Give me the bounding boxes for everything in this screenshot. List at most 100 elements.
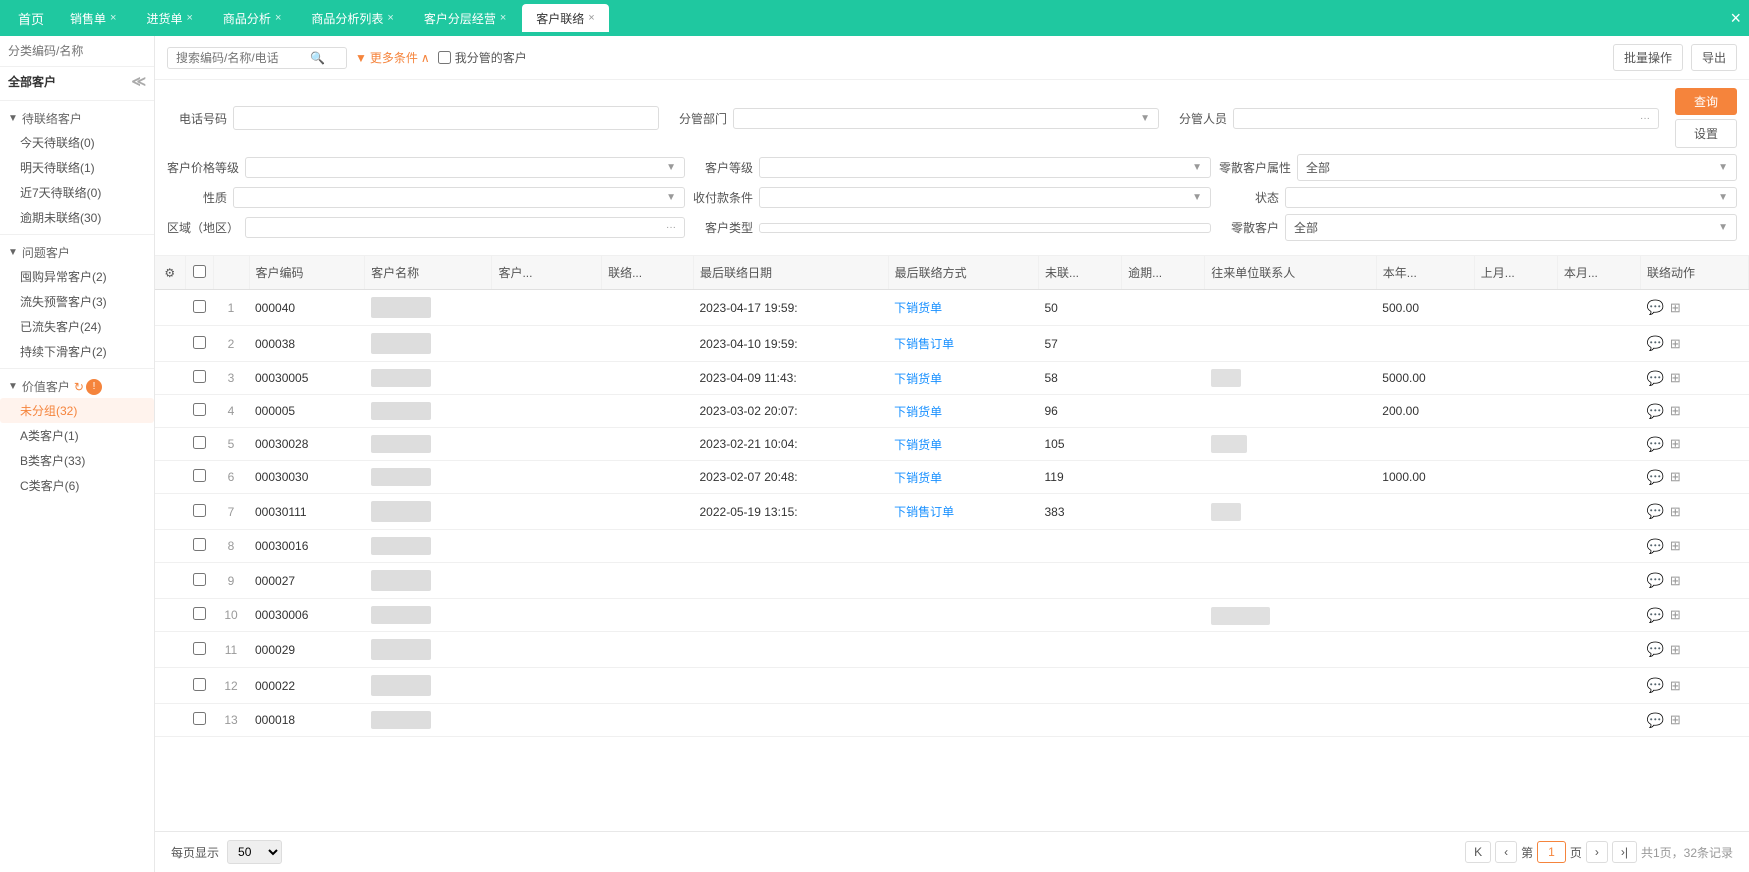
phone-action-10[interactable]: 💬	[1646, 641, 1663, 658]
grid-action-11[interactable]: ⊞	[1670, 678, 1681, 694]
row-checkbox-1[interactable]	[193, 336, 206, 349]
phone-action-2[interactable]: 💬	[1646, 370, 1663, 387]
grid-action-1[interactable]: ⊞	[1670, 336, 1681, 352]
row-checkbox-7[interactable]	[193, 538, 206, 551]
collapse-icon[interactable]: ≪	[131, 73, 146, 90]
phone-action-3[interactable]: 💬	[1646, 403, 1663, 420]
all-customers-header[interactable]: 全部客户 ≪	[0, 67, 154, 96]
grid-action-4[interactable]: ⊞	[1670, 436, 1681, 452]
last-method-link-4[interactable]: 下销货单	[894, 438, 942, 452]
row-checkbox-2[interactable]	[193, 370, 206, 383]
tab-sales-close[interactable]: ×	[110, 12, 116, 24]
staff-select[interactable]: ···	[1233, 108, 1659, 129]
grid-action-6[interactable]: ⊞	[1670, 504, 1681, 520]
grid-action-3[interactable]: ⊞	[1670, 403, 1681, 419]
retail-select[interactable]: 全部 ▼	[1285, 214, 1737, 241]
select-all-checkbox[interactable]	[193, 265, 206, 278]
home-tab[interactable]: 首页	[8, 9, 54, 28]
sidebar-item-declining[interactable]: 持续下滑客户(2)	[0, 339, 154, 364]
sidebar-item-a[interactable]: A类客户(1)	[0, 423, 154, 448]
last-method-link-1[interactable]: 下销售订单	[894, 337, 954, 351]
sidebar-item-c[interactable]: C类客户(6)	[0, 473, 154, 498]
sidebar-item-ungrouped[interactable]: 未分组(32)	[0, 398, 154, 423]
tab-purchase[interactable]: 进货单 ×	[132, 4, 206, 32]
row-checkbox-9[interactable]	[193, 607, 206, 620]
grid-action-9[interactable]: ⊞	[1670, 607, 1681, 623]
tab-customer-layer-close[interactable]: ×	[500, 12, 506, 24]
tab-customer-contact[interactable]: 客户联络 ×	[522, 4, 608, 32]
row-checkbox-8[interactable]	[193, 573, 206, 586]
close-all-icon[interactable]: ×	[1730, 8, 1741, 29]
dept-select[interactable]: ▼	[733, 108, 1159, 129]
phone-action-12[interactable]: 💬	[1646, 712, 1663, 729]
tab-customer-layer[interactable]: 客户分层经营 ×	[410, 4, 520, 32]
sidebar-item-7days[interactable]: 近7天待联络(0)	[0, 180, 154, 205]
row-checkbox-6[interactable]	[193, 504, 206, 517]
phone-action-0[interactable]: 💬	[1646, 299, 1663, 316]
nature-select[interactable]: ▼	[233, 187, 685, 208]
tab-analysis-list[interactable]: 商品分析列表 ×	[297, 4, 407, 32]
phone-action-8[interactable]: 💬	[1646, 572, 1663, 589]
row-checkbox-10[interactable]	[193, 642, 206, 655]
last-method-link-3[interactable]: 下销货单	[894, 405, 942, 419]
row-checkbox-4[interactable]	[193, 436, 206, 449]
last-method-link-5[interactable]: 下销货单	[894, 471, 942, 485]
grid-action-10[interactable]: ⊞	[1670, 642, 1681, 658]
group-pending-contact[interactable]: ▼ 待联络客户	[0, 105, 154, 130]
query-button[interactable]: 查询	[1675, 88, 1737, 115]
region-select[interactable]: ···	[245, 217, 685, 238]
row-checkbox-5[interactable]	[193, 469, 206, 482]
last-method-link-0[interactable]: 下销货单	[894, 301, 942, 315]
tab-customer-contact-close[interactable]: ×	[588, 12, 594, 24]
sidebar-item-tomorrow[interactable]: 明天待联络(1)	[0, 155, 154, 180]
row-checkbox-0[interactable]	[193, 300, 206, 313]
reset-button[interactable]: 设置	[1675, 119, 1737, 148]
phone-action-7[interactable]: 💬	[1646, 538, 1663, 555]
export-button[interactable]: 导出	[1691, 44, 1737, 71]
grid-action-8[interactable]: ⊞	[1670, 573, 1681, 589]
price-level-select[interactable]: ▼	[245, 157, 685, 178]
my-customers-checkbox-wrap[interactable]: 我分管的客户	[438, 49, 527, 66]
phone-action-4[interactable]: 💬	[1646, 436, 1663, 453]
sidebar-search-input[interactable]	[8, 44, 155, 58]
phone-action-1[interactable]: 💬	[1646, 335, 1663, 352]
my-customers-checkbox[interactable]	[438, 51, 451, 64]
search-input[interactable]	[176, 51, 306, 65]
phone-action-5[interactable]: 💬	[1646, 469, 1663, 486]
grid-action-5[interactable]: ⊞	[1670, 469, 1681, 485]
tab-purchase-close[interactable]: ×	[186, 12, 192, 24]
grid-action-7[interactable]: ⊞	[1670, 538, 1681, 554]
row-checkbox-3[interactable]	[193, 403, 206, 416]
last-method-link-2[interactable]: 下销货单	[894, 372, 942, 386]
next-page-button[interactable]: ›	[1586, 841, 1608, 863]
sidebar-item-abnormal[interactable]: 囤购异常客户(2)	[0, 264, 154, 289]
last-method-link-6[interactable]: 下销售订单	[894, 505, 954, 519]
phone-action-11[interactable]: 💬	[1646, 677, 1663, 694]
tab-analysis[interactable]: 商品分析 ×	[209, 4, 295, 32]
tab-sales[interactable]: 销售单 ×	[56, 4, 130, 32]
payment-select[interactable]: ▼	[759, 187, 1211, 208]
grid-action-0[interactable]: ⊞	[1670, 300, 1681, 316]
more-conditions[interactable]: ▼ 更多条件 ∧	[355, 49, 430, 66]
phone-input[interactable]	[233, 106, 659, 130]
tab-analysis-list-close[interactable]: ×	[387, 12, 393, 24]
group-problem[interactable]: ▼ 问题客户	[0, 239, 154, 264]
th-setting[interactable]: ⚙	[155, 256, 185, 290]
sidebar-item-overdue[interactable]: 逾期未联络(30)	[0, 205, 154, 230]
group-value[interactable]: ▼ 价值客户 ↻ !	[0, 373, 154, 398]
status-select[interactable]: ▼	[1285, 187, 1737, 208]
phone-action-6[interactable]: 💬	[1646, 503, 1663, 520]
grid-action-2[interactable]: ⊞	[1670, 370, 1681, 386]
tab-analysis-close[interactable]: ×	[275, 12, 281, 24]
search-icon[interactable]: 🔍	[310, 51, 325, 65]
per-page-select[interactable]: 50 100 200	[227, 840, 282, 864]
sidebar-item-lost[interactable]: 已流失客户(24)	[0, 314, 154, 339]
prev-page-button[interactable]: ‹	[1495, 841, 1517, 863]
refresh-icon[interactable]: ↻	[74, 380, 84, 394]
retail-attr-select[interactable]: 全部 ▼	[1297, 154, 1737, 181]
customer-level-select[interactable]: ▼	[759, 157, 1211, 178]
row-checkbox-12[interactable]	[193, 712, 206, 725]
sidebar-item-warning[interactable]: 流失预警客户(3)	[0, 289, 154, 314]
row-checkbox-11[interactable]	[193, 678, 206, 691]
sidebar-item-today[interactable]: 今天待联络(0)	[0, 130, 154, 155]
